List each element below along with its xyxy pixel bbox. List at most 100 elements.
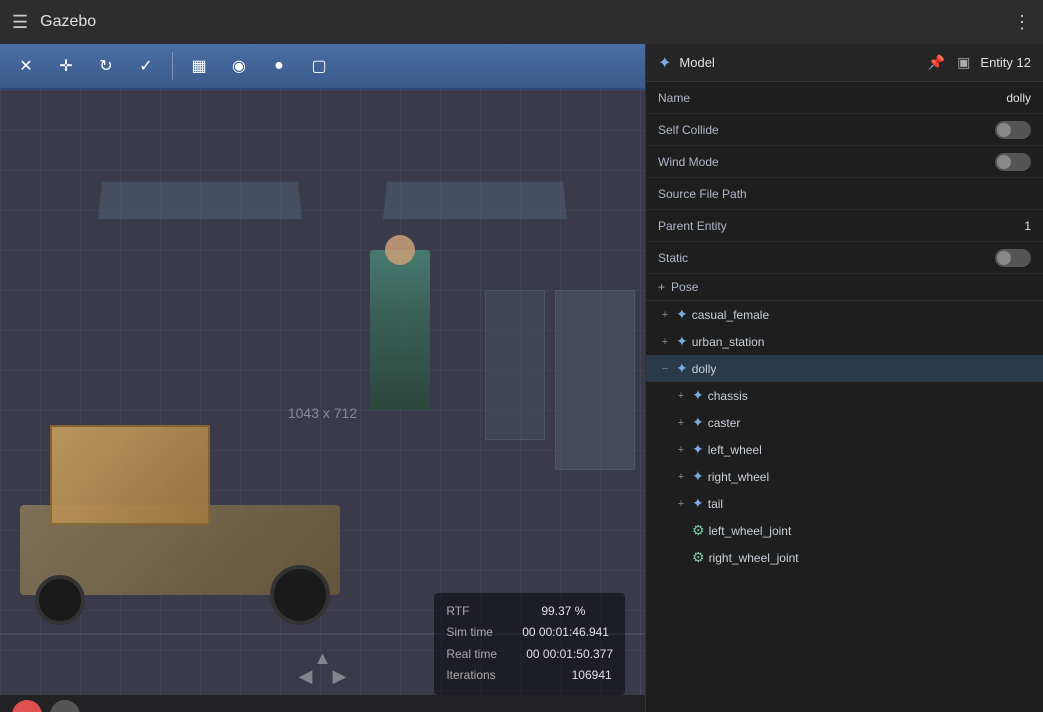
pause-button[interactable]: ⏸ xyxy=(12,700,42,712)
app-title: Gazebo xyxy=(40,13,96,31)
dolly-model-icon: ✦ xyxy=(676,360,688,377)
shapes-tool-button[interactable]: ● xyxy=(261,48,297,84)
wind-mode-property-label: Wind Mode xyxy=(658,155,995,169)
parent-entity-property-label: Parent Entity xyxy=(658,219,1024,233)
stats-overlay: RTF 99.37 % Sim time 00 00:01:46.941 Rea… xyxy=(434,593,625,695)
panel-collapse-button[interactable]: ▣ xyxy=(955,52,972,73)
entity-tree-panel: + ✦ casual_female + ✦ urban_station − ✦ … xyxy=(646,301,1043,712)
left-wheel-joint-icon: ⚙ xyxy=(692,522,705,539)
tree-item-tail[interactable]: + ✦ tail xyxy=(646,490,1043,517)
topbar: ☰ Gazebo ⋮ xyxy=(0,0,1043,44)
fast-forward-button[interactable]: ⏭ xyxy=(50,700,80,712)
nav-left-arrow[interactable]: ◀ xyxy=(299,667,313,685)
chassis-model-icon: ✦ xyxy=(692,387,704,404)
caster-model-icon: ✦ xyxy=(692,414,704,431)
scale-tool-button[interactable]: ✓ xyxy=(128,48,164,84)
self-collide-property-label: Self Collide xyxy=(658,123,995,137)
dolly-label: dolly xyxy=(692,362,717,376)
iterations-label: Iterations xyxy=(446,665,495,687)
viewport-size-label: 1043 x 712 xyxy=(288,405,357,421)
chassis-expand-icon[interactable]: + xyxy=(674,390,688,402)
playback-bar: ⏸ ⏭ xyxy=(0,695,645,712)
viewport[interactable]: 1043 x 712 ▲ ◀ ▶ RTF 99.37 % Sim time 00… xyxy=(0,90,645,712)
main-layout: ✕ ✛ ↻ ✓ ▦ ◉ ● ▢ xyxy=(0,44,1043,712)
right-wheel-label: right_wheel xyxy=(708,470,769,484)
urban-station-model-icon: ✦ xyxy=(676,333,688,350)
toolbar-separator-1 xyxy=(172,52,173,80)
sim-time-label: Sim time xyxy=(446,622,493,644)
property-source-file-path-row: Source File Path xyxy=(646,178,1043,210)
name-property-label: Name xyxy=(658,91,1006,105)
casual-female-expand-icon[interactable]: + xyxy=(658,309,672,321)
nav-right-arrow[interactable]: ▶ xyxy=(333,667,347,685)
right-wheel-model-icon: ✦ xyxy=(692,468,704,485)
property-static-row: Static xyxy=(646,242,1043,274)
left-wheel-expand-icon[interactable]: + xyxy=(674,444,688,456)
rtf-value: 99.37 % xyxy=(485,601,585,623)
right-wheel-joint-icon: ⚙ xyxy=(692,549,705,566)
real-time-value: 00 00:01:50.377 xyxy=(513,644,613,666)
property-self-collide-row: Self Collide xyxy=(646,114,1043,146)
self-collide-toggle[interactable] xyxy=(995,121,1031,139)
rotate-tool-button[interactable]: ↻ xyxy=(88,48,124,84)
tree-item-left-wheel[interactable]: + ✦ left_wheel xyxy=(646,436,1043,463)
panel-header-controls: 📌 ▣ xyxy=(926,52,973,73)
nav-arrows: ▲ ◀ ▶ xyxy=(299,649,347,685)
wind-mode-toggle[interactable] xyxy=(995,153,1031,171)
pose-row: + Pose xyxy=(646,274,1043,300)
entity-label: Entity 12 xyxy=(980,55,1031,70)
caster-label: caster xyxy=(708,416,741,430)
urban-station-expand-icon[interactable]: + xyxy=(658,336,672,348)
tail-model-icon: ✦ xyxy=(692,495,704,512)
source-file-path-property-label: Source File Path xyxy=(658,187,1031,201)
property-parent-entity-row: Parent Entity 1 xyxy=(646,210,1043,242)
select-tool-button[interactable]: ✕ xyxy=(8,48,44,84)
tree-item-casual-female[interactable]: + ✦ casual_female xyxy=(646,301,1043,328)
right-wheel-joint-label: right_wheel_joint xyxy=(709,551,799,565)
rtf-label: RTF xyxy=(446,601,469,623)
left-wheel-joint-expand-icon xyxy=(674,525,688,537)
nav-up-arrow[interactable]: ▲ xyxy=(314,649,332,667)
tree-item-chassis[interactable]: + ✦ chassis xyxy=(646,382,1043,409)
model-icon: ✦ xyxy=(658,53,671,73)
toolbar: ✕ ✛ ↻ ✓ ▦ ◉ ● ▢ xyxy=(0,44,645,90)
tail-label: tail xyxy=(708,497,723,511)
real-time-label: Real time xyxy=(446,644,497,666)
tree-item-caster[interactable]: + ✦ caster xyxy=(646,409,1043,436)
caster-expand-icon[interactable]: + xyxy=(674,417,688,429)
static-property-label: Static xyxy=(658,251,995,265)
grid-tool-button[interactable]: ▦ xyxy=(181,48,217,84)
sim-time-value: 00 00:01:46.941 xyxy=(509,622,609,644)
tree-item-right-wheel[interactable]: + ✦ right_wheel xyxy=(646,463,1043,490)
iterations-value: 106941 xyxy=(512,665,612,687)
chassis-label: chassis xyxy=(708,389,748,403)
more-options-icon[interactable]: ⋮ xyxy=(1013,12,1031,33)
delete-tool-button[interactable]: ▢ xyxy=(301,48,337,84)
properties-panel-header: ✦ Model 📌 ▣ Entity 12 xyxy=(646,44,1043,82)
tree-item-dolly[interactable]: − ✦ dolly xyxy=(646,355,1043,382)
translate-tool-button[interactable]: ✛ xyxy=(48,48,84,84)
right-wheel-expand-icon[interactable]: + xyxy=(674,471,688,483)
right-wheel-joint-expand-icon xyxy=(674,552,688,564)
menu-icon[interactable]: ☰ xyxy=(12,12,28,33)
right-panel: ✦ Model 📌 ▣ Entity 12 Name dolly Self Co… xyxy=(645,44,1043,712)
parent-entity-property-value: 1 xyxy=(1024,219,1031,233)
property-name-row: Name dolly xyxy=(646,82,1043,114)
dolly-collapse-icon[interactable]: − xyxy=(658,363,672,375)
static-toggle[interactable] xyxy=(995,249,1031,267)
left-wheel-model-icon: ✦ xyxy=(692,441,704,458)
tree-item-left-wheel-joint[interactable]: ⚙ left_wheel_joint xyxy=(646,517,1043,544)
properties-panel-title: Model xyxy=(679,55,917,70)
tree-item-right-wheel-joint[interactable]: ⚙ right_wheel_joint xyxy=(646,544,1043,571)
left-wheel-label: left_wheel xyxy=(708,443,762,457)
panel-pin-button[interactable]: 📌 xyxy=(926,52,947,73)
casual-female-model-icon: ✦ xyxy=(676,306,688,323)
casual-female-label: casual_female xyxy=(692,308,769,322)
tree-item-urban-station[interactable]: + ✦ urban_station xyxy=(646,328,1043,355)
property-wind-mode-row: Wind Mode xyxy=(646,146,1043,178)
urban-station-label: urban_station xyxy=(692,335,765,349)
view-tool-button[interactable]: ◉ xyxy=(221,48,257,84)
tail-expand-icon[interactable]: + xyxy=(674,498,688,510)
left-wheel-joint-label: left_wheel_joint xyxy=(709,524,792,538)
pose-expand-icon[interactable]: + xyxy=(658,280,665,294)
